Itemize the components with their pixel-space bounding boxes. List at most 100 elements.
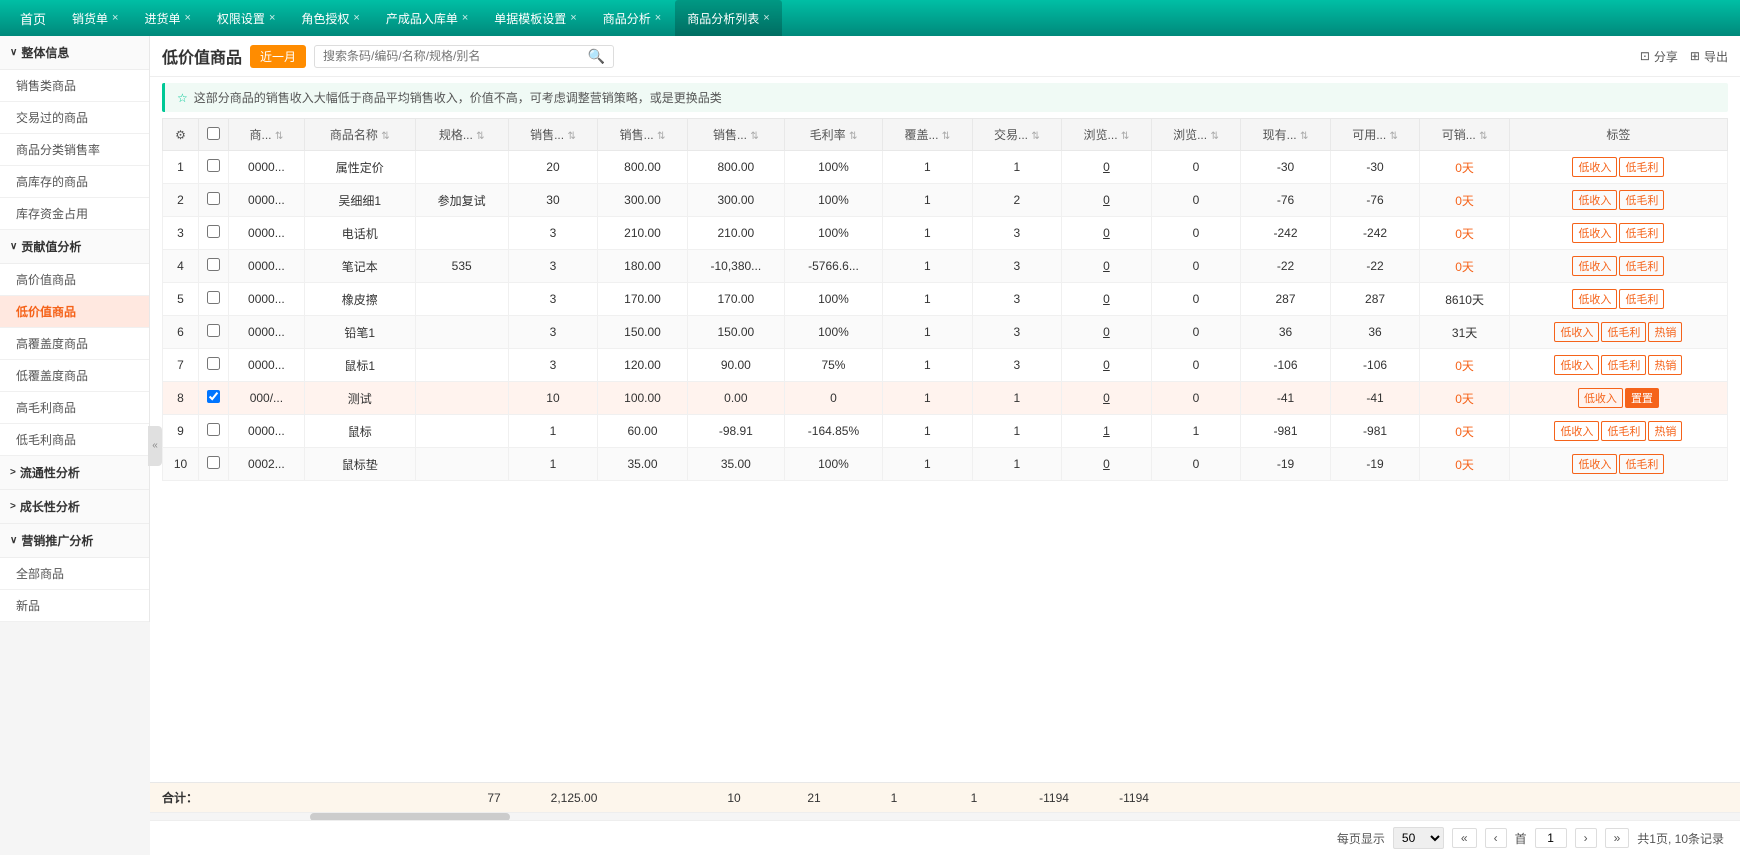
share-button[interactable]: ⊡ 分享: [1640, 48, 1678, 65]
row-checkbox[interactable]: [207, 225, 220, 238]
tag-badge: 低收入: [1572, 190, 1617, 210]
col-header-s2[interactable]: 销售... ⇅: [598, 119, 688, 151]
next-page-button[interactable]: ›: [1575, 828, 1597, 848]
coverage: 1: [883, 382, 973, 415]
col-header-saleable[interactable]: 可销... ⇅: [1420, 119, 1510, 151]
view-count2: 0: [1151, 382, 1241, 415]
nav-product-analysis-list[interactable]: 商品分析列表×: [675, 0, 781, 36]
nav-purchase[interactable]: 进货单×: [132, 0, 202, 36]
col-header-margin[interactable]: 毛利率 ⇅: [784, 119, 882, 151]
row-checkbox[interactable]: [207, 258, 220, 271]
close-icon[interactable]: ×: [655, 12, 661, 24]
sidebar-item-high-coverage[interactable]: 高覆盖度商品: [0, 328, 149, 360]
row-checkbox-cell: [199, 448, 229, 481]
view-link[interactable]: 0: [1103, 193, 1110, 207]
sidebar-collapse-button[interactable]: «: [148, 426, 162, 466]
sidebar-item-traded-products[interactable]: 交易过的商品: [0, 102, 149, 134]
nav-sales[interactable]: 销货单×: [60, 0, 130, 36]
sidebar-item-low-coverage[interactable]: 低覆盖度商品: [0, 360, 149, 392]
sidebar-section-circulation[interactable]: > 流通性分析: [0, 456, 149, 490]
nav-template-settings[interactable]: 单据模板设置×: [482, 0, 588, 36]
sidebar-section-overall[interactable]: ∨ 整体信息: [0, 36, 149, 70]
sidebar-item-low-margin[interactable]: 低毛利商品: [0, 424, 149, 456]
filter-button[interactable]: 近一月: [250, 45, 306, 68]
table-row: 6 0000... 铅笔1 3 150.00 150.00 100% 1 3 0…: [163, 316, 1728, 349]
nav-home[interactable]: 首页: [8, 0, 58, 36]
export-button[interactable]: ⊞ 导出: [1690, 48, 1728, 65]
sidebar-item-high-value[interactable]: 高价值商品: [0, 264, 149, 296]
sidebar-item-all-products[interactable]: 全部商品: [0, 558, 149, 590]
sidebar-section-marketing[interactable]: ∨ 营销推广分析: [0, 524, 149, 558]
col-header-current[interactable]: 现有... ⇅: [1241, 119, 1331, 151]
view-link[interactable]: 0: [1103, 358, 1110, 372]
product-code: 000/...: [229, 382, 305, 415]
page-title: 低价值商品: [162, 44, 242, 68]
sidebar-item-inventory-capital[interactable]: 库存资金占用: [0, 198, 149, 230]
available-stock: -41: [1330, 382, 1420, 415]
col-header-code[interactable]: 商... ⇅: [229, 119, 305, 151]
view-link[interactable]: 0: [1103, 457, 1110, 471]
sidebar-item-sales-products[interactable]: 销售类商品: [0, 70, 149, 102]
horizontal-scrollbar[interactable]: [150, 812, 1740, 820]
col-header-available[interactable]: 可用... ⇅: [1330, 119, 1420, 151]
sidebar-item-high-inventory[interactable]: 高库存的商品: [0, 166, 149, 198]
row-checkbox[interactable]: [207, 456, 220, 469]
row-checkbox[interactable]: [207, 357, 220, 370]
view-count1: 0: [1062, 217, 1152, 250]
tag-badge: 低收入: [1572, 289, 1617, 309]
view-count2: 1: [1151, 415, 1241, 448]
close-icon[interactable]: ×: [763, 12, 769, 24]
close-icon[interactable]: ×: [462, 12, 468, 24]
product-tags: 低收入低毛利热销: [1509, 415, 1727, 448]
search-icon[interactable]: 🔍: [588, 48, 605, 65]
select-all-checkbox[interactable]: [207, 127, 220, 140]
col-header-spec[interactable]: 规格... ⇅: [415, 119, 508, 151]
footer-label: 合计：: [162, 789, 214, 806]
row-checkbox[interactable]: [207, 390, 220, 403]
row-checkbox[interactable]: [207, 159, 220, 172]
col-header-name[interactable]: 商品名称 ⇅: [304, 119, 415, 151]
col-header-trade[interactable]: 交易... ⇅: [972, 119, 1062, 151]
nav-product-inbound[interactable]: 产成品入库单×: [374, 0, 480, 36]
sidebar-section-contribution[interactable]: ∨ 贡献值分析: [0, 230, 149, 264]
col-header-check: [199, 119, 229, 151]
col-header-s3[interactable]: 销售... ⇅: [687, 119, 784, 151]
row-checkbox[interactable]: [207, 324, 220, 337]
page-input[interactable]: [1535, 828, 1567, 848]
close-icon[interactable]: ×: [353, 12, 359, 24]
close-icon[interactable]: ×: [269, 12, 275, 24]
close-icon[interactable]: ×: [184, 12, 190, 24]
last-page-button[interactable]: »: [1605, 828, 1630, 848]
nav-roles[interactable]: 角色授权×: [289, 0, 371, 36]
view-link[interactable]: 0: [1103, 259, 1110, 273]
first-page-button[interactable]: «: [1452, 828, 1477, 848]
view-link[interactable]: 0: [1103, 226, 1110, 240]
sidebar-item-high-margin[interactable]: 高毛利商品: [0, 392, 149, 424]
col-header-view1[interactable]: 浏览... ⇅: [1062, 119, 1152, 151]
top-navigation: 首页 销货单× 进货单× 权限设置× 角色授权× 产成品入库单× 单据模板设置×…: [0, 0, 1740, 36]
view-link[interactable]: 0: [1103, 325, 1110, 339]
close-icon[interactable]: ×: [570, 12, 576, 24]
row-checkbox[interactable]: [207, 192, 220, 205]
nav-product-analysis[interactable]: 商品分析×: [591, 0, 673, 36]
sidebar-item-new-products[interactable]: 新品: [0, 590, 149, 622]
row-checkbox[interactable]: [207, 423, 220, 436]
col-header-coverage[interactable]: 覆盖... ⇅: [883, 119, 973, 151]
view-link[interactable]: 0: [1103, 160, 1110, 174]
page-size-select[interactable]: 50 100 200: [1393, 827, 1444, 849]
nav-permissions[interactable]: 权限设置×: [205, 0, 287, 36]
settings-icon[interactable]: ⚙: [175, 128, 186, 142]
view-link[interactable]: 1: [1103, 424, 1110, 438]
col-header-view2[interactable]: 浏览... ⇅: [1151, 119, 1241, 151]
sidebar-item-category-sales-rate[interactable]: 商品分类销售率: [0, 134, 149, 166]
search-input[interactable]: [323, 49, 588, 63]
sidebar-section-growth[interactable]: > 成长性分析: [0, 490, 149, 524]
page-size-label: 每页显示: [1337, 830, 1385, 847]
row-checkbox[interactable]: [207, 291, 220, 304]
close-icon[interactable]: ×: [112, 12, 118, 24]
prev-page-button[interactable]: ‹: [1485, 828, 1507, 848]
view-link[interactable]: 0: [1103, 292, 1110, 306]
col-header-s1[interactable]: 销售... ⇅: [508, 119, 598, 151]
sidebar-item-low-value[interactable]: 低价值商品: [0, 296, 149, 328]
view-link[interactable]: 0: [1103, 391, 1110, 405]
